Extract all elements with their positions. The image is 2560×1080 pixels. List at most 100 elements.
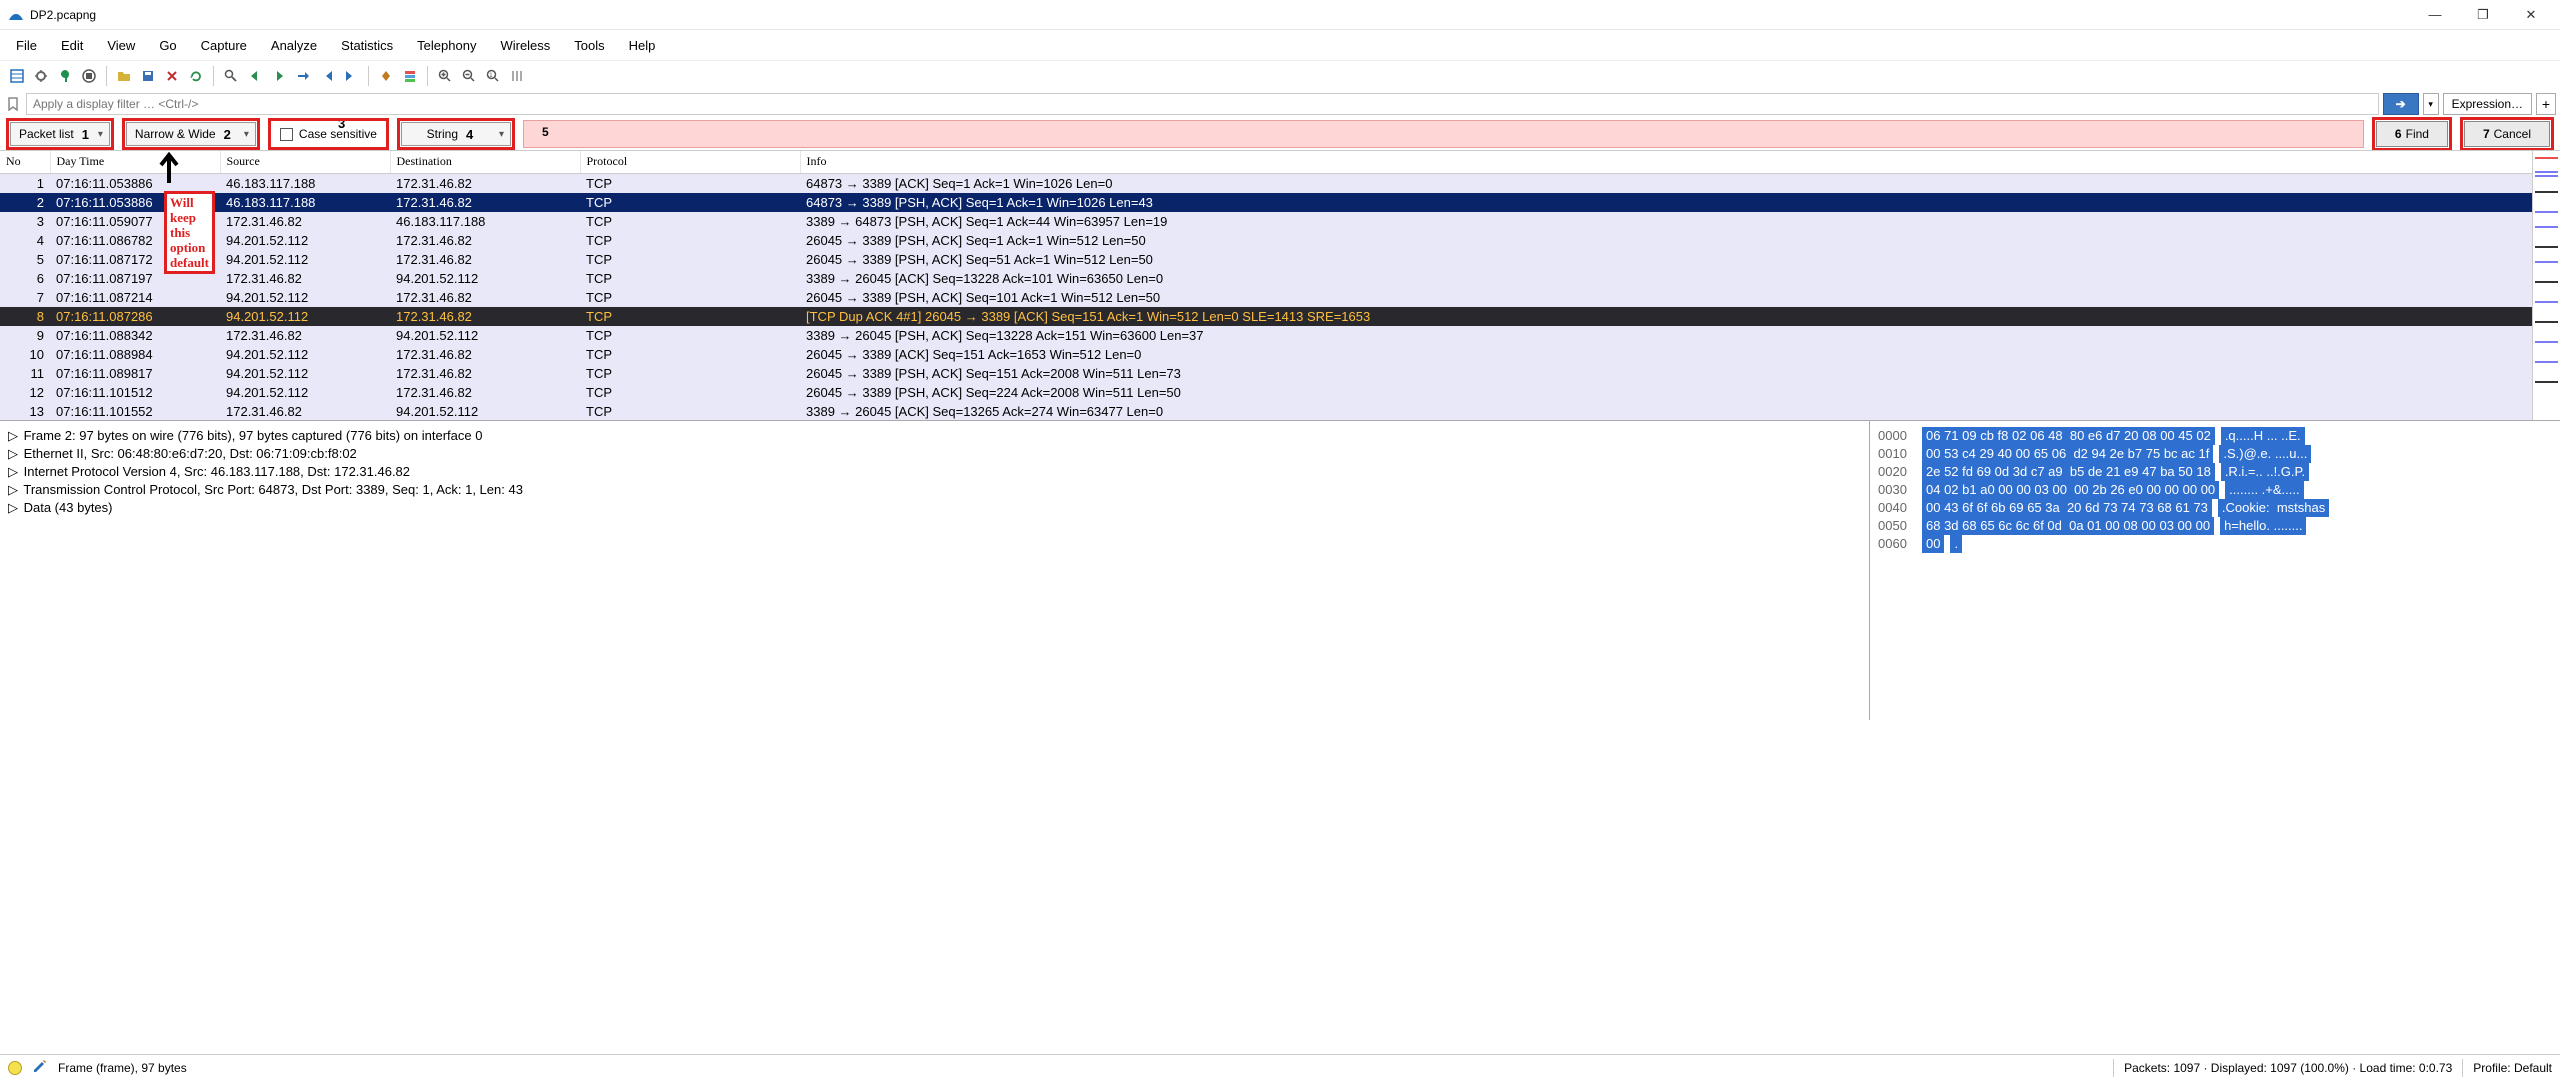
packet-list[interactable]: No Day Time Source Destination Protocol … <box>0 150 2560 420</box>
cancel-button[interactable]: 7 Cancel <box>2464 121 2550 147</box>
tree-item[interactable]: ▷ Frame 2: 97 bytes on wire (776 bits), … <box>8 427 1861 445</box>
goto-last-icon[interactable] <box>340 65 362 87</box>
menu-statistics[interactable]: Statistics <box>329 34 405 57</box>
charset-label: Narrow & Wide <box>135 127 216 141</box>
menu-wireless[interactable]: Wireless <box>488 34 562 57</box>
table-row[interactable]: 907:16:11.088342172.31.46.8294.201.52.11… <box>0 326 2560 345</box>
minimize-button[interactable]: — <box>2420 6 2450 24</box>
charset-wrap: Narrow & Wide 2 <box>122 118 260 150</box>
menu-edit[interactable]: Edit <box>49 34 95 57</box>
table-row[interactable]: 707:16:11.08721494.201.52.112172.31.46.8… <box>0 288 2560 307</box>
toolbar-separator <box>368 66 369 86</box>
start-capture-icon[interactable] <box>54 65 76 87</box>
find-icon[interactable] <box>220 65 242 87</box>
goto-icon[interactable] <box>292 65 314 87</box>
annotation-4: 4 <box>466 127 473 142</box>
filter-history-dropdown[interactable]: ▾ <box>2423 93 2439 115</box>
table-row[interactable]: 107:16:11.05388646.183.117.188172.31.46.… <box>0 173 2560 193</box>
annotation-2: 2 <box>224 127 231 142</box>
case-sensitive-checkbox[interactable]: Case sensitive <box>272 122 385 146</box>
titlebar: DP2.pcapng — ❐ ✕ <box>0 0 2560 30</box>
table-row[interactable]: 507:16:11.08717294.201.52.112172.31.46.8… <box>0 250 2560 269</box>
display-filter-input[interactable] <box>26 93 2379 115</box>
open-icon[interactable] <box>113 65 135 87</box>
search-in-label: Packet list <box>19 127 74 141</box>
menu-tools[interactable]: Tools <box>562 34 616 57</box>
hex-line[interactable]: 003004 02 b1 a0 00 00 03 00 00 2b 26 e0 … <box>1878 481 2552 499</box>
details-pane: ▷ Frame 2: 97 bytes on wire (776 bits), … <box>0 420 2560 720</box>
table-row[interactable]: 1307:16:11.101552172.31.46.8294.201.52.1… <box>0 402 2560 421</box>
hex-line[interactable]: 00202e 52 fd 69 0d 3d c7 a9 b5 de 21 e9 … <box>1878 463 2552 481</box>
menu-file[interactable]: File <box>4 34 49 57</box>
hex-line[interactable]: 004000 43 6f 6f 6b 69 65 3a 20 6d 73 74 … <box>1878 499 2552 517</box>
hex-line[interactable]: 006000. <box>1878 535 2552 553</box>
status-mid: Packets: 1097 · Displayed: 1097 (100.0%)… <box>2124 1061 2452 1075</box>
table-row[interactable]: 1207:16:11.10151294.201.52.112172.31.46.… <box>0 383 2560 402</box>
toolbar-separator <box>427 66 428 86</box>
table-row[interactable]: 407:16:11.08678294.201.52.112172.31.46.8… <box>0 231 2560 250</box>
resize-columns-icon[interactable] <box>506 65 528 87</box>
packet-tree[interactable]: ▷ Frame 2: 97 bytes on wire (776 bits), … <box>0 421 1870 720</box>
add-filter-button[interactable]: + <box>2536 93 2556 115</box>
edit-icon[interactable] <box>32 1058 48 1077</box>
keep-default-note: Willkeepthisoptiondefault <box>164 191 215 274</box>
col-time[interactable]: Day Time <box>50 151 220 173</box>
menu-analyze[interactable]: Analyze <box>259 34 329 57</box>
table-row[interactable]: 607:16:11.087197172.31.46.8294.201.52.11… <box>0 269 2560 288</box>
find-button[interactable]: 6 Find <box>2376 121 2448 147</box>
search-in-dropdown[interactable]: Packet list 1 <box>10 122 110 146</box>
interfaces-icon[interactable] <box>6 65 28 87</box>
table-row[interactable]: 1107:16:11.08981794.201.52.112172.31.46.… <box>0 364 2560 383</box>
minimap[interactable] <box>2532 151 2560 420</box>
stop-capture-icon[interactable] <box>78 65 100 87</box>
maximize-button[interactable]: ❐ <box>2468 6 2498 24</box>
menu-help[interactable]: Help <box>617 34 668 57</box>
close-button[interactable]: ✕ <box>2516 6 2546 24</box>
col-no[interactable]: No <box>0 151 50 173</box>
capture-options-icon[interactable] <box>30 65 52 87</box>
hex-view[interactable]: 000006 71 09 cb f8 02 06 48 80 e6 d7 20 … <box>1870 421 2560 720</box>
col-dst[interactable]: Destination <box>390 151 580 173</box>
find-bar: 3 Packet list 1 Narrow & Wide 2 Case sen… <box>0 118 2560 150</box>
table-row[interactable]: 807:16:11.08728694.201.52.112172.31.46.8… <box>0 307 2560 326</box>
search-input[interactable]: 5 <box>523 120 2364 148</box>
zoom-out-icon[interactable] <box>458 65 480 87</box>
menu-capture[interactable]: Capture <box>189 34 259 57</box>
table-row[interactable]: 307:16:11.059077172.31.46.8246.183.117.1… <box>0 212 2560 231</box>
bookmark-icon[interactable] <box>4 95 22 113</box>
status-left: Frame (frame), 97 bytes <box>58 1061 187 1075</box>
reload-icon[interactable] <box>185 65 207 87</box>
goto-first-icon[interactable] <box>316 65 338 87</box>
charset-dropdown[interactable]: Narrow & Wide 2 <box>126 122 256 146</box>
expert-info-icon[interactable] <box>8 1061 22 1075</box>
table-header[interactable]: No Day Time Source Destination Protocol … <box>0 151 2560 173</box>
menu-telephony[interactable]: Telephony <box>405 34 488 57</box>
menu-go[interactable]: Go <box>147 34 188 57</box>
tree-item[interactable]: ▷ Internet Protocol Version 4, Src: 46.1… <box>8 463 1861 481</box>
colorize-icon[interactable] <box>399 65 421 87</box>
col-proto[interactable]: Protocol <box>580 151 800 173</box>
autoscroll-icon[interactable] <box>375 65 397 87</box>
table-row[interactable]: 1007:16:11.08898494.201.52.112172.31.46.… <box>0 345 2560 364</box>
col-src[interactable]: Source <box>220 151 390 173</box>
back-icon[interactable] <box>244 65 266 87</box>
apply-filter-button[interactable]: ➔ <box>2383 93 2419 115</box>
forward-icon[interactable] <box>268 65 290 87</box>
table-row[interactable]: 207:16:11.05388646.183.117.188172.31.46.… <box>0 193 2560 212</box>
hex-line[interactable]: 005068 3d 68 65 6c 6c 6f 0d 0a 01 00 08 … <box>1878 517 2552 535</box>
tree-item[interactable]: ▷ Transmission Control Protocol, Src Por… <box>8 481 1861 499</box>
case-sensitive-wrap: Case sensitive <box>268 118 389 150</box>
menu-view[interactable]: View <box>95 34 147 57</box>
cancel-label: Cancel <box>2494 127 2531 141</box>
search-type-dropdown[interactable]: String 4 <box>401 122 511 146</box>
hex-line[interactable]: 001000 53 c4 29 40 00 65 06 d2 94 2e b7 … <box>1878 445 2552 463</box>
tree-item[interactable]: ▷ Data (43 bytes) <box>8 499 1861 517</box>
zoom-reset-icon[interactable]: 1 <box>482 65 504 87</box>
zoom-in-icon[interactable] <box>434 65 456 87</box>
expression-button[interactable]: Expression… <box>2443 93 2532 115</box>
hex-line[interactable]: 000006 71 09 cb f8 02 06 48 80 e6 d7 20 … <box>1878 427 2552 445</box>
save-icon[interactable] <box>137 65 159 87</box>
col-info[interactable]: Info <box>800 151 2560 173</box>
close-file-icon[interactable] <box>161 65 183 87</box>
tree-item[interactable]: ▷ Ethernet II, Src: 06:48:80:e6:d7:20, D… <box>8 445 1861 463</box>
